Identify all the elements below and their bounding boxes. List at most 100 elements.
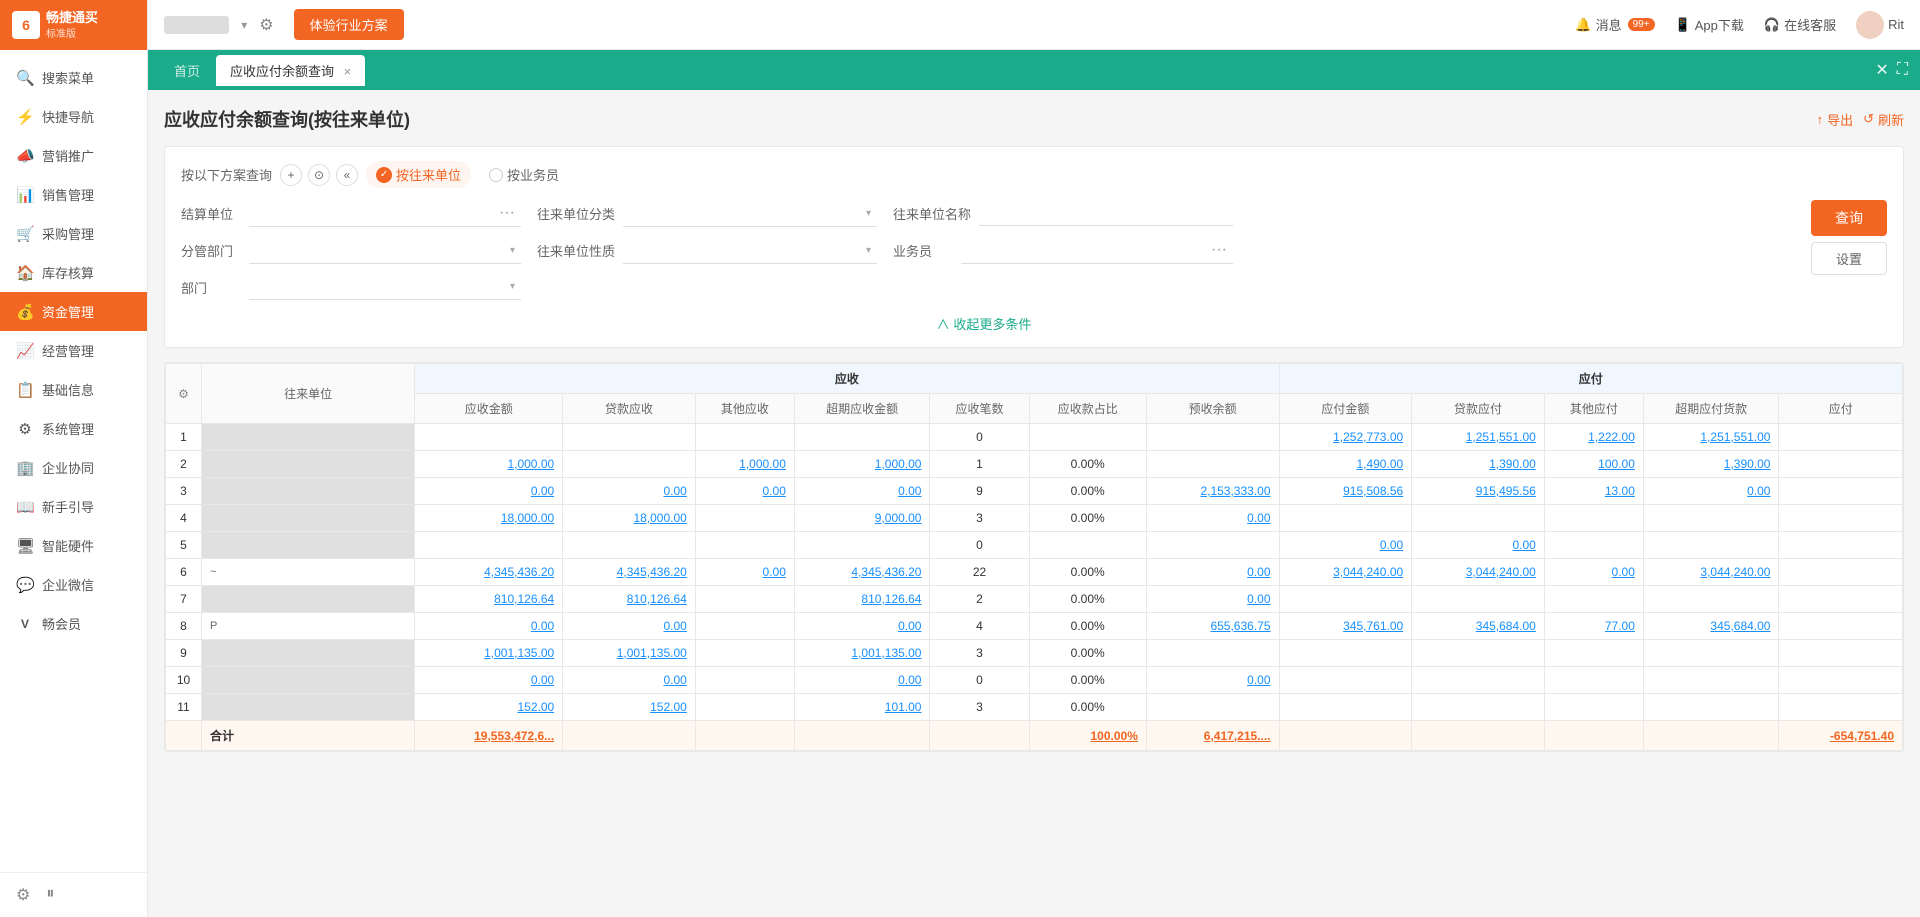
sidebar-item-inventory[interactable]: 🏠 库存核算 bbox=[0, 253, 147, 292]
tab-home[interactable]: 首页 bbox=[160, 55, 214, 86]
partner-category-field: 往来单位分类 ▾ bbox=[537, 201, 877, 227]
user-info[interactable]: Rit bbox=[1856, 11, 1904, 39]
notification-badge: 99+ bbox=[1628, 18, 1655, 31]
close-window-button[interactable]: ✕ bbox=[1875, 60, 1888, 80]
sidebar-item-quicknav[interactable]: ⚡ 快捷导航 bbox=[0, 97, 147, 136]
partner-category-select[interactable]: ▾ bbox=[623, 201, 877, 227]
footer-pay-total[interactable]: -654,751.40 bbox=[1779, 721, 1903, 751]
sidebar-item-system[interactable]: ⚙ 系统管理 bbox=[0, 409, 147, 448]
sidebar-item-enterprise[interactable]: 🏢 企业协同 bbox=[0, 448, 147, 487]
sidebar-item-member[interactable]: V 畅会员 bbox=[0, 604, 147, 643]
table-settings-icon[interactable]: ⚙ bbox=[178, 387, 189, 401]
sidebar-item-hardware[interactable]: 🖥 智能硬件 bbox=[0, 526, 147, 565]
chevron-down-icon: ▾ bbox=[866, 208, 871, 219]
partner-nature-label: 往来单位性质 bbox=[537, 241, 615, 260]
query-button[interactable]: 查询 bbox=[1811, 200, 1887, 236]
partner-name-field: 往来单位名称 bbox=[893, 202, 1233, 226]
department-label: 部门 bbox=[181, 278, 241, 297]
expand-scheme-button[interactable]: « bbox=[336, 164, 358, 186]
sidebar-item-guide[interactable]: 📖 新手引导 bbox=[0, 487, 147, 526]
sidebar-item-finance[interactable]: 💰 资金管理 bbox=[0, 292, 147, 331]
footer-recv-advance[interactable]: 6,417,215.... bbox=[1146, 721, 1279, 751]
collapse-footer-icon[interactable]: ⏸ bbox=[46, 885, 54, 905]
table-row: 10■■■■■■■■0.000.000.0000.00%0.00 bbox=[166, 667, 1903, 694]
tab-close-icon[interactable]: × bbox=[344, 64, 352, 79]
sales-icon: 📊 bbox=[16, 186, 34, 204]
dept-chevron-icon: ▾ bbox=[510, 245, 515, 256]
col-pay-rest: 应付 bbox=[1779, 394, 1903, 424]
table-row: 2■■■■■■■■1,000.001,000.001,000.0010.00%1… bbox=[166, 451, 1903, 478]
sidebar-item-search[interactable]: 🔍 搜索菜单 bbox=[0, 58, 147, 97]
partner-cell: ■■■■■■■■ bbox=[202, 586, 415, 613]
partner-cell: ■■■■■■■■ bbox=[202, 451, 415, 478]
table-wrapper: ⚙ 往来单位 应收 应付 应收金额 贷款应收 其他应收 超期应收金额 应收笔数 … bbox=[164, 362, 1904, 752]
breadcrumb-chevron-icon: ▾ bbox=[241, 18, 247, 32]
col-partner-header: 往来单位 bbox=[202, 364, 415, 424]
sidebar-item-basic-info[interactable]: 📋 基础信息 bbox=[0, 370, 147, 409]
managing-dept-field: 分管部门 ▾ bbox=[181, 238, 521, 264]
scheme-by-salesperson[interactable]: 按业务员 bbox=[479, 161, 569, 188]
salesperson-select[interactable]: ··· bbox=[961, 237, 1233, 264]
tab-receivable-query[interactable]: 应收应付余额查询 × bbox=[216, 55, 365, 86]
settings-footer-icon[interactable]: ⚙ bbox=[16, 885, 30, 905]
col-recv-count: 应收笔数 bbox=[930, 394, 1029, 424]
app-download-item[interactable]: 📱 App下载 bbox=[1675, 15, 1744, 34]
sidebar-item-marketing[interactable]: 📣 营销推广 bbox=[0, 136, 147, 175]
partner-cell: ■■■■■■■■ bbox=[202, 532, 415, 559]
add-scheme-button[interactable]: + bbox=[280, 164, 302, 186]
department-select[interactable]: ▾ bbox=[249, 274, 521, 300]
managing-dept-select[interactable]: ▾ bbox=[249, 238, 521, 264]
col-recv-loan: 贷款应收 bbox=[563, 394, 696, 424]
headset-icon: 🎧 bbox=[1764, 17, 1780, 33]
promo-button[interactable]: 体验行业方案 bbox=[294, 9, 404, 40]
scheme-active-indicator: ✓ bbox=[376, 167, 392, 183]
finance-icon: 💰 bbox=[16, 303, 34, 321]
settings-button[interactable]: 设置 bbox=[1811, 242, 1887, 275]
partner-cell: ■■■■■■■■ bbox=[202, 694, 415, 721]
system-icon: ⚙ bbox=[16, 420, 34, 438]
partner-nature-select[interactable]: ▾ bbox=[623, 238, 877, 264]
breadcrumb: •••••• bbox=[164, 16, 229, 34]
app-name: 畅捷通买 bbox=[46, 10, 98, 26]
inventory-icon: 🏠 bbox=[16, 264, 34, 282]
collapse-icon: ∧ bbox=[937, 317, 950, 332]
table-row: 4■■■■■■■■18,000.0018,000.009,000.0030.00… bbox=[166, 505, 1903, 532]
search-icon: 🔍 bbox=[16, 69, 34, 87]
notification-item[interactable]: 🔔 消息 99+ bbox=[1575, 15, 1654, 34]
sidebar-item-management[interactable]: 📈 经营管理 bbox=[0, 331, 147, 370]
salesperson-label: 业务员 bbox=[893, 241, 953, 260]
collapse-filter-button[interactable]: ∧ 收起更多条件 bbox=[181, 310, 1787, 333]
partner-category-label: 往来单位分类 bbox=[537, 204, 615, 223]
partner-cell: ■■■■■■■■ bbox=[202, 667, 415, 694]
guide-icon: 📖 bbox=[16, 498, 34, 516]
refresh-button[interactable]: ↺ 刷新 bbox=[1863, 110, 1904, 129]
col-pay-loan: 贷款应付 bbox=[1412, 394, 1545, 424]
col-recv-other: 其他应收 bbox=[695, 394, 794, 424]
topbar-right: 🔔 消息 99+ 📱 App下载 🎧 在线客服 Rit bbox=[1575, 11, 1904, 39]
online-service-item[interactable]: 🎧 在线客服 bbox=[1764, 15, 1836, 34]
partner-name-input[interactable] bbox=[979, 202, 1233, 226]
partner-nature-field: 往来单位性质 ▾ bbox=[537, 238, 877, 264]
sidebar-item-sales[interactable]: 📊 销售管理 bbox=[0, 175, 147, 214]
footer-recv-total[interactable]: 19,553,472,6... bbox=[415, 721, 563, 751]
nature-chevron-icon: ▾ bbox=[866, 245, 871, 256]
export-icon: ↑ bbox=[1817, 112, 1824, 127]
export-button[interactable]: ↑ 导出 bbox=[1817, 110, 1854, 129]
col-recv-amount: 应收金额 bbox=[415, 394, 563, 424]
maximize-button[interactable]: ⛶ bbox=[1897, 60, 1908, 80]
settlement-unit-select[interactable]: ··· bbox=[249, 200, 521, 227]
settlement-dots-icon: ··· bbox=[499, 204, 515, 222]
topbar-settings-icon[interactable]: ⚙ bbox=[259, 15, 273, 35]
sidebar-item-weixin[interactable]: 💬 企业微信 bbox=[0, 565, 147, 604]
col-recv-advance: 预收余额 bbox=[1146, 394, 1279, 424]
salesperson-dots-icon: ··· bbox=[1211, 241, 1227, 259]
filter-buttons: 查询 设置 bbox=[1811, 200, 1887, 275]
filter-scheme-label: 按以下方案查询 bbox=[181, 165, 272, 184]
edit-scheme-button[interactable]: ⊙ bbox=[308, 164, 330, 186]
page-header-actions: ↑ 导出 ↺ 刷新 bbox=[1817, 110, 1904, 129]
col-pay-other: 其他应付 bbox=[1544, 394, 1643, 424]
tabbar: 首页 应收应付余额查询 × ✕ ⛶ bbox=[148, 50, 1920, 90]
sidebar-item-purchase[interactable]: 🛒 采购管理 bbox=[0, 214, 147, 253]
scheme-by-partner[interactable]: ✓ 按往来单位 bbox=[366, 161, 471, 188]
sidebar: 6 畅捷通买 标准版 🔍 搜索菜单 ⚡ 快捷导航 📣 营销推广 📊 销售管理 🛒… bbox=[0, 0, 148, 917]
